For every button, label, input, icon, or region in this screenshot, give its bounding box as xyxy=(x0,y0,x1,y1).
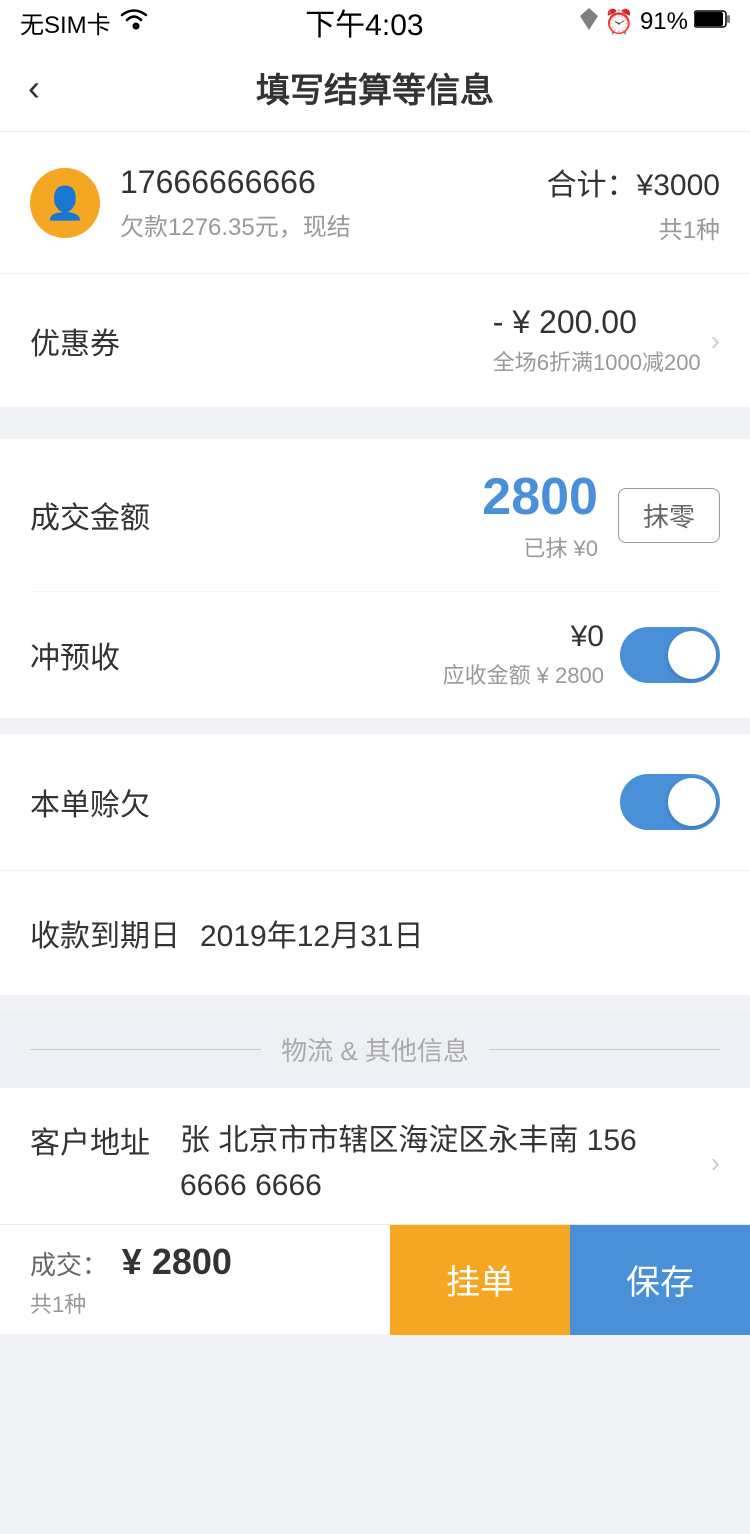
due-date-section: 收款到期日 2019年12月31日 xyxy=(0,870,750,995)
battery-percent: 91% xyxy=(640,8,688,36)
section-divider-2 xyxy=(0,718,750,734)
due-date-value: 2019年12月31日 xyxy=(200,911,423,955)
no-sim-text: 无SIM卡 xyxy=(20,5,111,40)
advance-amount: ¥0 xyxy=(443,620,604,654)
already-round-off: 已抹 ¥0 xyxy=(482,531,598,563)
page-title: 填写结算等信息 xyxy=(256,63,494,112)
bottom-amount: ¥ 2800 xyxy=(122,1241,232,1283)
advance-payment-row: 冲预收 ¥0 应收金额 ¥ 2800 xyxy=(30,592,720,718)
bottom-deal-line: 成交： ¥ 2800 xyxy=(30,1241,360,1283)
bottom-bar: 成交： ¥ 2800 共1种 挂单 保存 xyxy=(0,1224,750,1334)
back-button[interactable]: ‹ xyxy=(28,67,40,109)
bottom-info: 成交： ¥ 2800 共1种 xyxy=(0,1241,390,1319)
clock-icon: ⏰ xyxy=(604,8,634,37)
logistics-label: 物流 & 其他信息 xyxy=(281,1031,469,1068)
arrearage-section: 本单赊欠 xyxy=(0,734,750,870)
deal-amount-group: 2800 已抹 ¥0 xyxy=(482,467,598,563)
arrearage-toggle[interactable] xyxy=(620,774,720,830)
section-divider-1 xyxy=(0,423,750,439)
status-bar: 无SIM卡 下午4:03 ⏰ 91% xyxy=(0,0,750,44)
battery-icon xyxy=(694,8,730,36)
save-button[interactable]: 保存 xyxy=(570,1225,750,1335)
user-info: 17666666666 欠款1276.35元，现结 xyxy=(120,164,351,242)
bottom-count: 共1种 xyxy=(30,1287,360,1319)
coupon-chevron: › xyxy=(711,325,720,357)
deal-amount-value: 2800 xyxy=(482,467,598,527)
logistics-divider: 物流 & 其他信息 xyxy=(0,1011,750,1088)
user-debt: 欠款1276.35元，现结 xyxy=(120,207,351,242)
hold-button[interactable]: 挂单 xyxy=(390,1225,570,1335)
status-right: ⏰ 91% xyxy=(580,8,730,37)
user-info-card: 👤 17666666666 欠款1276.35元，现结 合计：¥3000 共1种… xyxy=(0,132,750,407)
deal-amount-label: 成交金额 xyxy=(30,493,150,537)
arrearage-row: 本单赊欠 xyxy=(30,734,720,870)
receivable-amount: 应收金额 ¥ 2800 xyxy=(443,658,604,690)
user-totals: 合计：¥3000 共1种 xyxy=(547,160,720,245)
address-label: 客户地址 xyxy=(30,1118,150,1162)
user-left: 👤 17666666666 欠款1276.35元，现结 xyxy=(30,164,351,242)
address-value: 张 北京市市辖区海淀区永丰南 156 6666 6666 xyxy=(180,1118,711,1208)
avatar-icon: 👤 xyxy=(45,184,85,222)
advance-amount-group: ¥0 应收金额 ¥ 2800 xyxy=(443,620,604,690)
status-time: 下午4:03 xyxy=(305,0,423,44)
coupon-label: 优惠券 xyxy=(30,319,120,363)
divider-line-right xyxy=(489,1049,720,1050)
status-left: 无SIM卡 xyxy=(20,5,149,40)
coupon-row[interactable]: 优惠券 - ¥ 200.00 全场6折满1000减200 › xyxy=(0,273,750,407)
amount-section: 成交金额 2800 已抹 ¥0 抹零 冲预收 ¥0 应收金额 ¥ 2800 xyxy=(0,439,750,718)
nav-bar: ‹ 填写结算等信息 xyxy=(0,44,750,132)
coupon-discount: - ¥ 200.00 xyxy=(493,304,701,341)
address-chevron: › xyxy=(711,1147,720,1179)
advance-label: 冲预收 xyxy=(30,633,120,677)
due-date-row: 收款到期日 2019年12月31日 xyxy=(30,871,720,995)
advance-toggle[interactable] xyxy=(620,627,720,683)
divider-line-left xyxy=(30,1049,261,1050)
wifi-icon xyxy=(119,8,149,37)
avatar: 👤 xyxy=(30,168,100,238)
arrearage-label: 本单赊欠 xyxy=(30,780,150,824)
location-icon xyxy=(580,8,598,37)
coupon-desc: 全场6折满1000减200 xyxy=(493,345,701,377)
coupon-info: - ¥ 200.00 全场6折满1000减200 xyxy=(493,304,701,377)
round-off-button[interactable]: 抹零 xyxy=(618,488,720,543)
address-row[interactable]: 客户地址 张 北京市市辖区海淀区永丰南 156 6666 6666 › xyxy=(30,1088,720,1238)
coupon-right: - ¥ 200.00 全场6折满1000减200 › xyxy=(493,304,720,377)
order-count: 共1种 xyxy=(547,210,720,245)
order-total: 合计：¥3000 xyxy=(547,160,720,204)
bottom-deal-label: 成交： xyxy=(30,1250,108,1280)
advance-values: ¥0 应收金额 ¥ 2800 xyxy=(443,620,720,690)
user-phone: 17666666666 xyxy=(120,164,351,201)
deal-amount-row: 成交金额 2800 已抹 ¥0 抹零 xyxy=(30,439,720,592)
deal-amount-right: 2800 已抹 ¥0 抹零 xyxy=(482,467,720,563)
user-row: 👤 17666666666 欠款1276.35元，现结 合计：¥3000 共1种 xyxy=(0,132,750,273)
due-date-label: 收款到期日 xyxy=(30,911,180,955)
address-section: 客户地址 张 北京市市辖区海淀区永丰南 156 6666 6666 › xyxy=(0,1088,750,1238)
